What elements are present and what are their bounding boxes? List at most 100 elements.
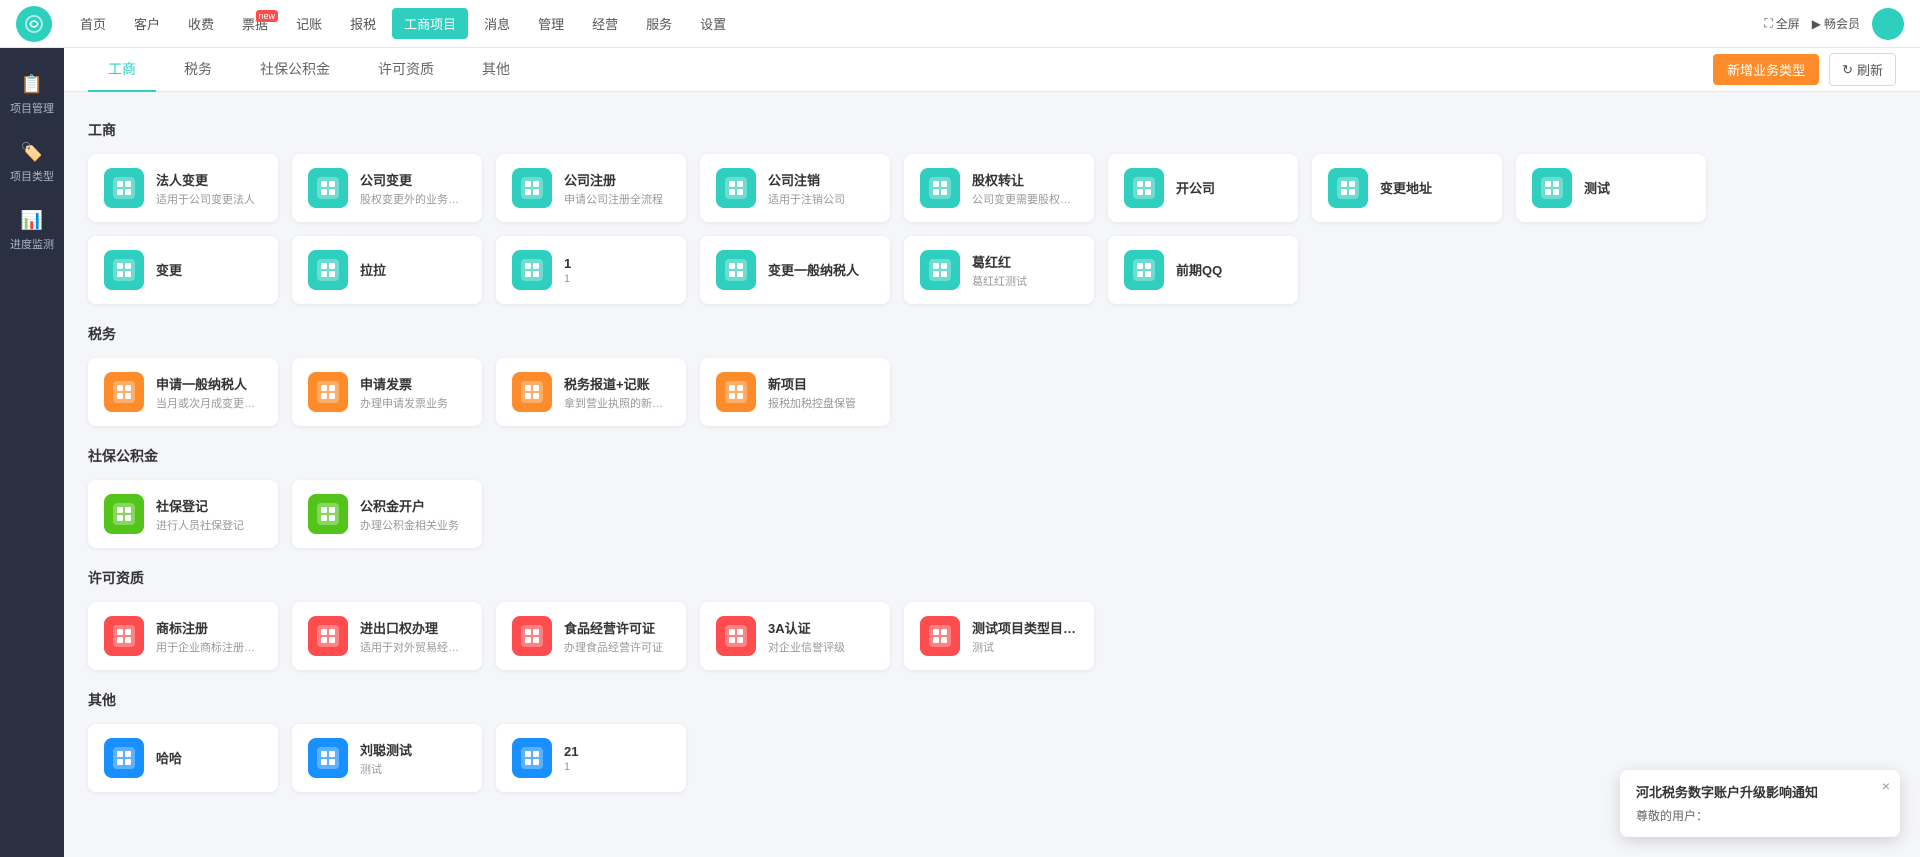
card-desc-xuke-4: 测试 xyxy=(972,639,1078,655)
service-card-gongshang-11[interactable]: 变更一般纳税人 xyxy=(700,236,890,304)
nav-item-客户[interactable]: 客户 xyxy=(122,8,172,39)
card-icon-qita-2 xyxy=(512,738,552,778)
card-title-gongshang-10: 1 xyxy=(564,256,670,271)
sidebar: 📋项目管理 🏷️项目类型 📊进度监测 xyxy=(0,48,64,857)
card-title-qita-1: 刘聪测试 xyxy=(360,740,466,759)
card-title-gongshang-6: 变更地址 xyxy=(1380,178,1486,197)
sidebar-icon-1: 🏷️ xyxy=(20,140,44,164)
fullscreen-icon: ⛶ xyxy=(1764,16,1772,31)
service-card-gongshang-13[interactable]: 前期QQ xyxy=(1108,236,1298,304)
nav-item-工商项目[interactable]: 工商项目 xyxy=(392,8,468,39)
service-card-qita-0[interactable]: 哈哈 xyxy=(88,724,278,792)
service-card-shuiwu-1[interactable]: 申请发票办理申请发票业务 xyxy=(292,358,482,426)
card-title-qita-0: 哈哈 xyxy=(156,748,262,767)
service-card-shebao-1[interactable]: 公积金开户办理公积金相关业务 xyxy=(292,480,482,548)
service-card-gongshang-7[interactable]: 测试 xyxy=(1516,154,1706,222)
nav-item-报税[interactable]: 报税 xyxy=(338,8,388,39)
logo-icon xyxy=(23,13,45,35)
sidebar-item-0[interactable]: 📋项目管理 xyxy=(6,64,58,124)
card-icon-gongshang-3 xyxy=(716,168,756,208)
card-icon-gongshang-13 xyxy=(1124,250,1164,290)
service-card-shuiwu-2[interactable]: 税务报道+记账拿到营业执照的新公司 xyxy=(496,358,686,426)
section-title-qita: 其他 xyxy=(88,690,1896,710)
card-desc-gongshang-1: 股权变更外的业务变更 xyxy=(360,191,466,207)
sidebar-label-0: 项目管理 xyxy=(10,100,54,116)
service-card-xuke-1[interactable]: 进出口权办理适用于对外贸易经营者 xyxy=(292,602,482,670)
add-type-button[interactable]: 新增业务类型 xyxy=(1713,54,1819,85)
nav-item-收费[interactable]: 收费 xyxy=(176,8,226,39)
service-card-qita-2[interactable]: 211 xyxy=(496,724,686,792)
card-icon-gongshang-12 xyxy=(920,250,960,290)
service-card-gongshang-2[interactable]: 公司注册申请公司注册全流程 xyxy=(496,154,686,222)
nav-item-消息[interactable]: 消息 xyxy=(472,8,522,39)
member-icon: ▶ xyxy=(1812,17,1821,31)
service-card-gongshang-10[interactable]: 11 xyxy=(496,236,686,304)
card-desc-shuiwu-2: 拿到营业执照的新公司 xyxy=(564,395,670,411)
tab-税务[interactable]: 税务 xyxy=(164,48,232,92)
nav-item-管理[interactable]: 管理 xyxy=(526,8,576,39)
sidebar-item-2[interactable]: 📊进度监测 xyxy=(6,200,58,260)
logo[interactable] xyxy=(16,6,52,42)
tab-工商[interactable]: 工商 xyxy=(88,48,156,92)
card-desc-gongshang-4: 公司变更需要股权转让 xyxy=(972,191,1078,207)
tab-其他[interactable]: 其他 xyxy=(462,48,530,92)
service-card-gongshang-0[interactable]: 法人变更适用于公司变更法人 xyxy=(88,154,278,222)
nav-item-首页[interactable]: 首页 xyxy=(68,8,118,39)
notification-title: 河北税务数字账户升级影响通知 xyxy=(1636,782,1884,801)
card-icon-xuke-2 xyxy=(512,616,552,656)
card-icon-shuiwu-2 xyxy=(512,372,552,412)
nav-item-服务[interactable]: 服务 xyxy=(634,8,684,39)
nav-item-票据[interactable]: 票据new xyxy=(230,8,280,39)
tab-社保公积金[interactable]: 社保公积金 xyxy=(240,48,350,92)
card-icon-shuiwu-3 xyxy=(716,372,756,412)
card-title-gongshang-11: 变更一般纳税人 xyxy=(768,260,874,279)
card-icon-shebao-1 xyxy=(308,494,348,534)
tab-bar: 工商税务社保公积金许可资质其他 新增业务类型 ↻ 刷新 xyxy=(64,48,1920,92)
tab-许可资质[interactable]: 许可资质 xyxy=(358,48,454,92)
card-icon-gongshang-0 xyxy=(104,168,144,208)
member-button[interactable]: ▶ 畅会员 xyxy=(1812,15,1860,32)
service-card-qita-1[interactable]: 刘聪测试测试 xyxy=(292,724,482,792)
member-label: 畅会员 xyxy=(1824,15,1860,32)
card-icon-gongshang-11 xyxy=(716,250,756,290)
new-badge: new xyxy=(256,10,279,22)
avatar[interactable] xyxy=(1872,8,1904,40)
nav-item-记账[interactable]: 记账 xyxy=(284,8,334,39)
service-card-shuiwu-3[interactable]: 新项目报税加税控盘保管 xyxy=(700,358,890,426)
notification-body: 尊敬的用户： xyxy=(1636,807,1884,825)
sidebar-item-1[interactable]: 🏷️项目类型 xyxy=(6,132,58,192)
service-card-xuke-2[interactable]: 食品经营许可证办理食品经营许可证 xyxy=(496,602,686,670)
card-title-shebao-1: 公积金开户 xyxy=(360,496,466,515)
notification-close-button[interactable]: × xyxy=(1882,778,1890,794)
card-desc-xuke-2: 办理食品经营许可证 xyxy=(564,639,670,655)
service-card-gongshang-8[interactable]: 变更 xyxy=(88,236,278,304)
card-desc-xuke-1: 适用于对外贸易经营者 xyxy=(360,639,466,655)
service-card-shuiwu-0[interactable]: 申请一般纳税人当月或次月成变更完成 xyxy=(88,358,278,426)
nav-item-设置[interactable]: 设置 xyxy=(688,8,738,39)
service-card-gongshang-3[interactable]: 公司注销适用于注销公司 xyxy=(700,154,890,222)
card-title-gongshang-7: 测试 xyxy=(1584,178,1690,197)
card-title-gongshang-13: 前期QQ xyxy=(1176,260,1282,279)
nav-right: ⛶ 全屏 ▶ 畅会员 xyxy=(1764,8,1904,40)
card-title-gongshang-3: 公司注销 xyxy=(768,170,874,189)
service-card-xuke-4[interactable]: 测试项目类型目定义测试 xyxy=(904,602,1094,670)
service-card-gongshang-12[interactable]: 葛红红葛红红测试 xyxy=(904,236,1094,304)
service-card-gongshang-5[interactable]: 开公司 xyxy=(1108,154,1298,222)
service-card-gongshang-9[interactable]: 拉拉 xyxy=(292,236,482,304)
service-card-gongshang-4[interactable]: 股权转让公司变更需要股权转让 xyxy=(904,154,1094,222)
nav-items: 首页客户收费票据new记账报税工商项目消息管理经营服务设置 xyxy=(68,8,1764,39)
refresh-button[interactable]: ↻ 刷新 xyxy=(1829,53,1896,86)
fullscreen-button[interactable]: ⛶ 全屏 xyxy=(1764,15,1799,32)
service-card-shebao-0[interactable]: 社保登记进行人员社保登记 xyxy=(88,480,278,548)
service-card-gongshang-6[interactable]: 变更地址 xyxy=(1312,154,1502,222)
nav-item-经营[interactable]: 经营 xyxy=(580,8,630,39)
service-card-gongshang-1[interactable]: 公司变更股权变更外的业务变更 xyxy=(292,154,482,222)
card-title-gongshang-0: 法人变更 xyxy=(156,170,262,189)
card-icon-xuke-0 xyxy=(104,616,144,656)
card-title-gongshang-4: 股权转让 xyxy=(972,170,1078,189)
service-card-xuke-0[interactable]: 商标注册用于企业商标注册服务 xyxy=(88,602,278,670)
service-card-xuke-3[interactable]: 3A认证对企业信誉评级 xyxy=(700,602,890,670)
card-icon-xuke-4 xyxy=(920,616,960,656)
card-title-qita-2: 21 xyxy=(564,744,670,759)
card-title-gongshang-2: 公司注册 xyxy=(564,170,670,189)
